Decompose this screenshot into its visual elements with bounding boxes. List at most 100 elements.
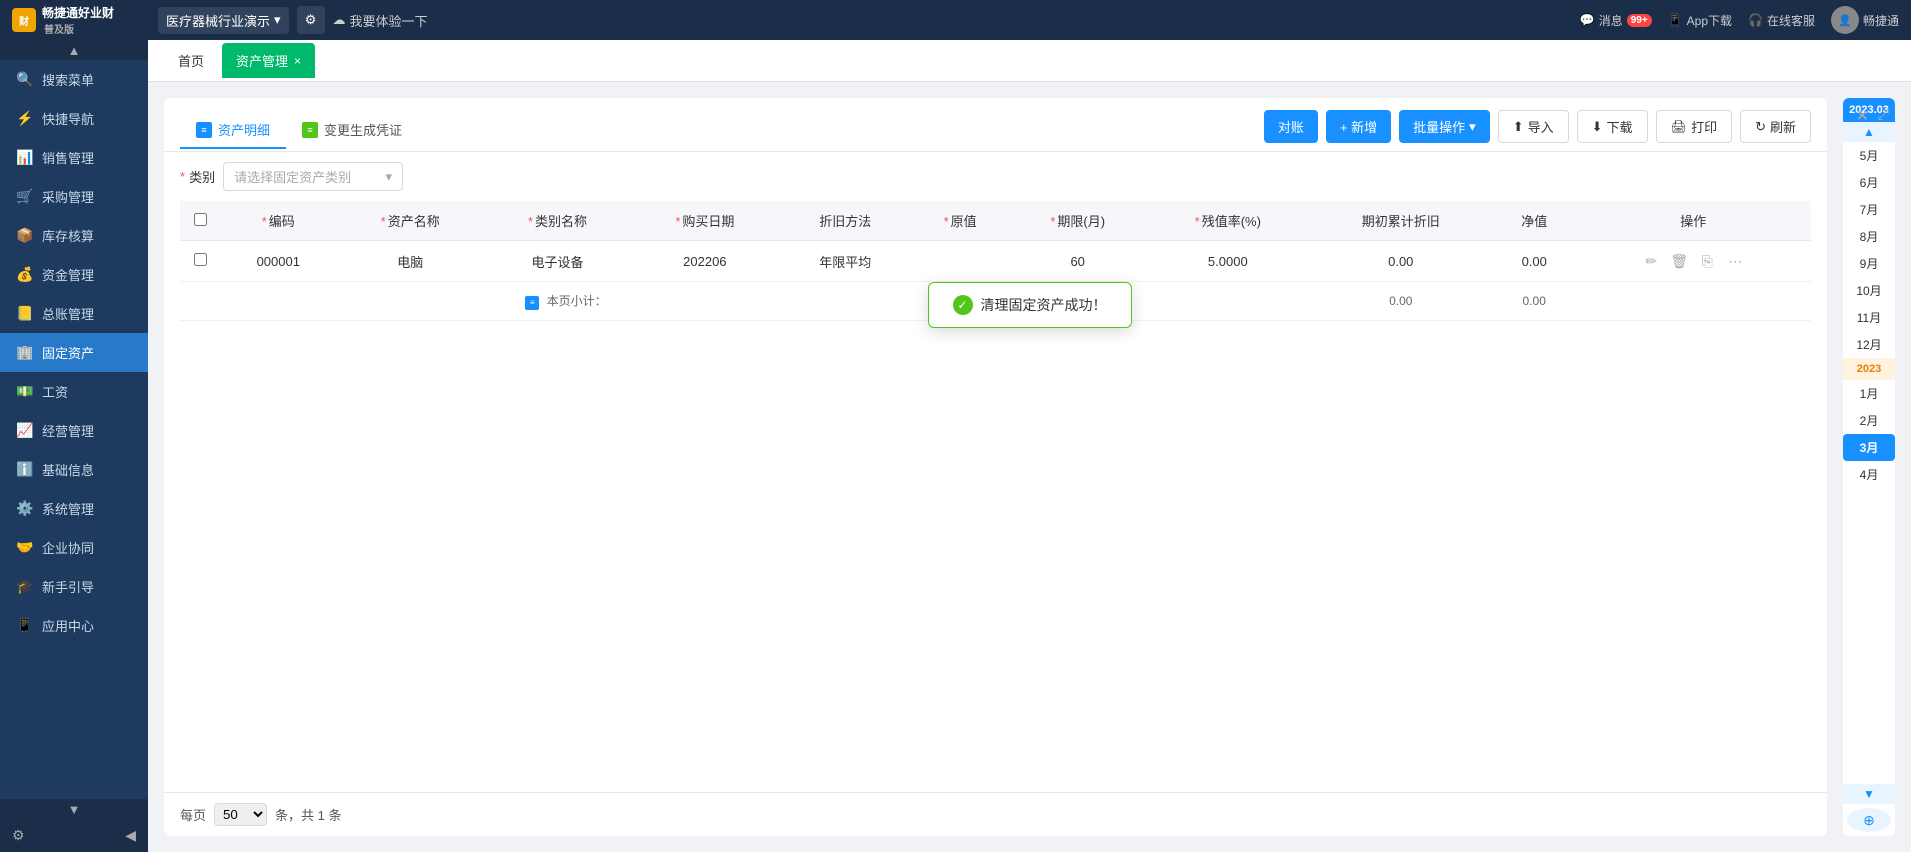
sidebar-item-search[interactable]: 🔍 搜索菜单 (0, 60, 148, 99)
online-service-button[interactable]: 🎧 在线客服 (1748, 12, 1815, 29)
sidebar-item-label: 企业协同 (42, 538, 94, 557)
user-area[interactable]: 👤 畅捷通 (1831, 6, 1899, 34)
th-category: *类别名称 (484, 201, 631, 241)
cal-month-7[interactable]: 7月 (1843, 196, 1895, 223)
refresh-button[interactable]: ↻ 刷新 (1740, 110, 1811, 143)
download-button[interactable]: ⬇ 下载 (1577, 110, 1648, 143)
copy-icon[interactable]: ⎘ (1697, 251, 1717, 271)
tab-asset-mgmt[interactable]: 资产管理 × (222, 43, 315, 78)
tab-home[interactable]: 首页 (164, 43, 218, 78)
per-page-select[interactable]: 50 100 (214, 803, 267, 826)
sidebar-item-payroll[interactable]: 💵 工资 (0, 372, 148, 411)
cal-month-12[interactable]: 12月 (1843, 331, 1895, 358)
sidebar-item-fixed-assets[interactable]: 🏢 固定资产 (0, 333, 148, 372)
sidebar-item-enterprise[interactable]: 🤝 企业协同 (0, 528, 148, 567)
sidebar-scroll-down[interactable]: ▼ (0, 799, 148, 819)
cal-month-6[interactable]: 6月 (1843, 169, 1895, 196)
pagination-bar: 每页 50 100 条，共 1 条 (164, 792, 1827, 836)
import-label: 导入 (1528, 117, 1554, 136)
sidebar-scroll-up[interactable]: ▲ (0, 40, 148, 60)
sub-tab-change-voucher[interactable]: ≡ 变更生成凭证 (286, 112, 418, 149)
sidebar-item-capital[interactable]: 💰 资金管理 (0, 255, 148, 294)
select-all-checkbox[interactable] (194, 213, 207, 226)
sidebar-settings-icon[interactable]: ⚙ (12, 827, 25, 844)
payroll-icon: 💵 (16, 383, 34, 401)
chevron-down-icon: ▾ (274, 12, 281, 28)
td-period: 60 (1008, 241, 1147, 282)
print-button[interactable]: 🖨 打印 (1656, 110, 1733, 143)
sidebar: ▲ 🔍 搜索菜单 ⚡ 快捷导航 📊 销售管理 🛒 采购管理 📦 库存核算 (0, 40, 148, 852)
app-download-button[interactable]: 📱 App下载 (1668, 12, 1732, 29)
row-checkbox[interactable] (194, 253, 207, 266)
calendar-scroll-down[interactable]: ▼ (1843, 784, 1895, 804)
sidebar-items: 🔍 搜索菜单 ⚡ 快捷导航 📊 销售管理 🛒 采购管理 📦 库存核算 💰 (0, 60, 148, 799)
th-residual-rate: *残值率(%) (1147, 201, 1308, 241)
messages-label: 消息 (1599, 12, 1623, 29)
edit-icon[interactable]: ✏ (1641, 251, 1661, 271)
sub-tab-change-voucher-label: 变更生成凭证 (324, 120, 402, 139)
quick-nav-icon: ⚡ (16, 110, 34, 128)
cal-month-3-current[interactable]: 3月 (1843, 434, 1895, 461)
sidebar-collapse-icon[interactable]: ◀ (125, 827, 136, 844)
td-code: 000001 (220, 241, 337, 282)
category-filter-select[interactable]: 请选择固定资产类别 ▾ (223, 162, 403, 191)
import-button[interactable]: ⬆ 导入 (1498, 110, 1569, 143)
cal-month-11[interactable]: 11月 (1843, 304, 1895, 331)
sidebar-item-sys-mgmt[interactable]: ⚙️ 系统管理 (0, 489, 148, 528)
th-depreciation-method: 折旧方法 (779, 201, 912, 241)
toast-overlay: ✓ 清理固定资产成功！ (928, 282, 1132, 328)
sidebar-item-inventory[interactable]: 📦 库存核算 (0, 216, 148, 255)
sidebar-item-sales[interactable]: 📊 销售管理 (0, 138, 148, 177)
sidebar-item-app-center[interactable]: 📱 应用中心 (0, 606, 148, 645)
fixed-assets-icon: 🏢 (16, 344, 34, 362)
td-subtotal-net-value: 0.00 (1493, 282, 1575, 321)
tab-close-icon[interactable]: × (294, 54, 301, 68)
panel-expand-button[interactable]: ⤢ (1878, 106, 1889, 123)
delete-icon[interactable]: 🗑 (1669, 251, 1689, 271)
calendar-bottom-button[interactable]: ⊕ (1847, 808, 1891, 832)
company-selector[interactable]: 医疗器械行业演示 ▾ (158, 7, 289, 34)
per-page-label: 每页 (180, 805, 206, 824)
cal-year-2023[interactable]: 2023 (1843, 358, 1895, 380)
reconcile-button[interactable]: 对账 (1264, 110, 1318, 143)
sidebar-item-purchase[interactable]: 🛒 采购管理 (0, 177, 148, 216)
panel-close-button[interactable]: ✕ (1856, 106, 1869, 126)
app-center-icon: 📱 (16, 617, 34, 635)
th-purchase-date: *购买日期 (631, 201, 778, 241)
tab-asset-mgmt-label: 资产管理 (236, 51, 288, 70)
sub-tab-asset-detail[interactable]: ≡ 资产明细 (180, 112, 286, 149)
cal-month-10[interactable]: 10月 (1843, 277, 1895, 304)
tab-bar: 首页 资产管理 × (148, 40, 1911, 82)
batch-ops-button[interactable]: 批量操作 ▾ (1399, 110, 1490, 143)
new-button[interactable]: + 新增 (1326, 110, 1391, 143)
batch-ops-chevron-icon: ▾ (1469, 119, 1476, 135)
cal-month-9[interactable]: 9月 (1843, 250, 1895, 277)
sidebar-item-base-info[interactable]: ℹ️ 基础信息 (0, 450, 148, 489)
top-center: 医疗器械行业演示 ▾ ⚙ ☁ 我要体验一下 (142, 6, 1580, 34)
cal-month-4[interactable]: 4月 (1843, 461, 1895, 488)
cal-month-8[interactable]: 8月 (1843, 223, 1895, 250)
sidebar-item-label: 系统管理 (42, 499, 94, 518)
subtotal-icon: ≡ (525, 296, 539, 310)
sidebar-item-operations[interactable]: 📈 经营管理 (0, 411, 148, 450)
import-icon: ⬆ (1513, 119, 1524, 135)
sidebar-item-guide[interactable]: 🎓 新手引导 (0, 567, 148, 606)
calendar-scroll-up[interactable]: ▲ (1843, 122, 1895, 142)
experience-button[interactable]: ☁ 我要体验一下 (333, 11, 428, 30)
change-voucher-tab-icon: ≡ (302, 122, 318, 138)
td-name: 电脑 (337, 241, 484, 282)
cal-month-2[interactable]: 2月 (1843, 407, 1895, 434)
top-bar: 财 畅捷通好业财 普及版 医疗器械行业演示 ▾ ⚙ ☁ 我要体验一下 💬 消息 … (0, 0, 1911, 40)
th-original-value: *原值 (912, 201, 1008, 241)
cal-month-1[interactable]: 1月 (1843, 380, 1895, 407)
sidebar-item-ledger[interactable]: 📒 总账管理 (0, 294, 148, 333)
more-icon[interactable]: ⋯ (1725, 251, 1745, 271)
guide-icon: 🎓 (16, 578, 34, 596)
messages-button[interactable]: 💬 消息 99+ (1580, 12, 1652, 29)
company-name: 医疗器械行业演示 (166, 11, 270, 30)
table-header-row: *编码 *资产名称 *类别名称 *购买日期 折旧方法 *原值 *期限(月) *残… (180, 201, 1811, 241)
settings-button[interactable]: ⚙ (297, 6, 325, 34)
main-layout: ▲ 🔍 搜索菜单 ⚡ 快捷导航 📊 销售管理 🛒 采购管理 📦 库存核算 (0, 40, 1911, 852)
sidebar-item-quick-nav[interactable]: ⚡ 快捷导航 (0, 99, 148, 138)
cal-month-5[interactable]: 5月 (1843, 142, 1895, 169)
